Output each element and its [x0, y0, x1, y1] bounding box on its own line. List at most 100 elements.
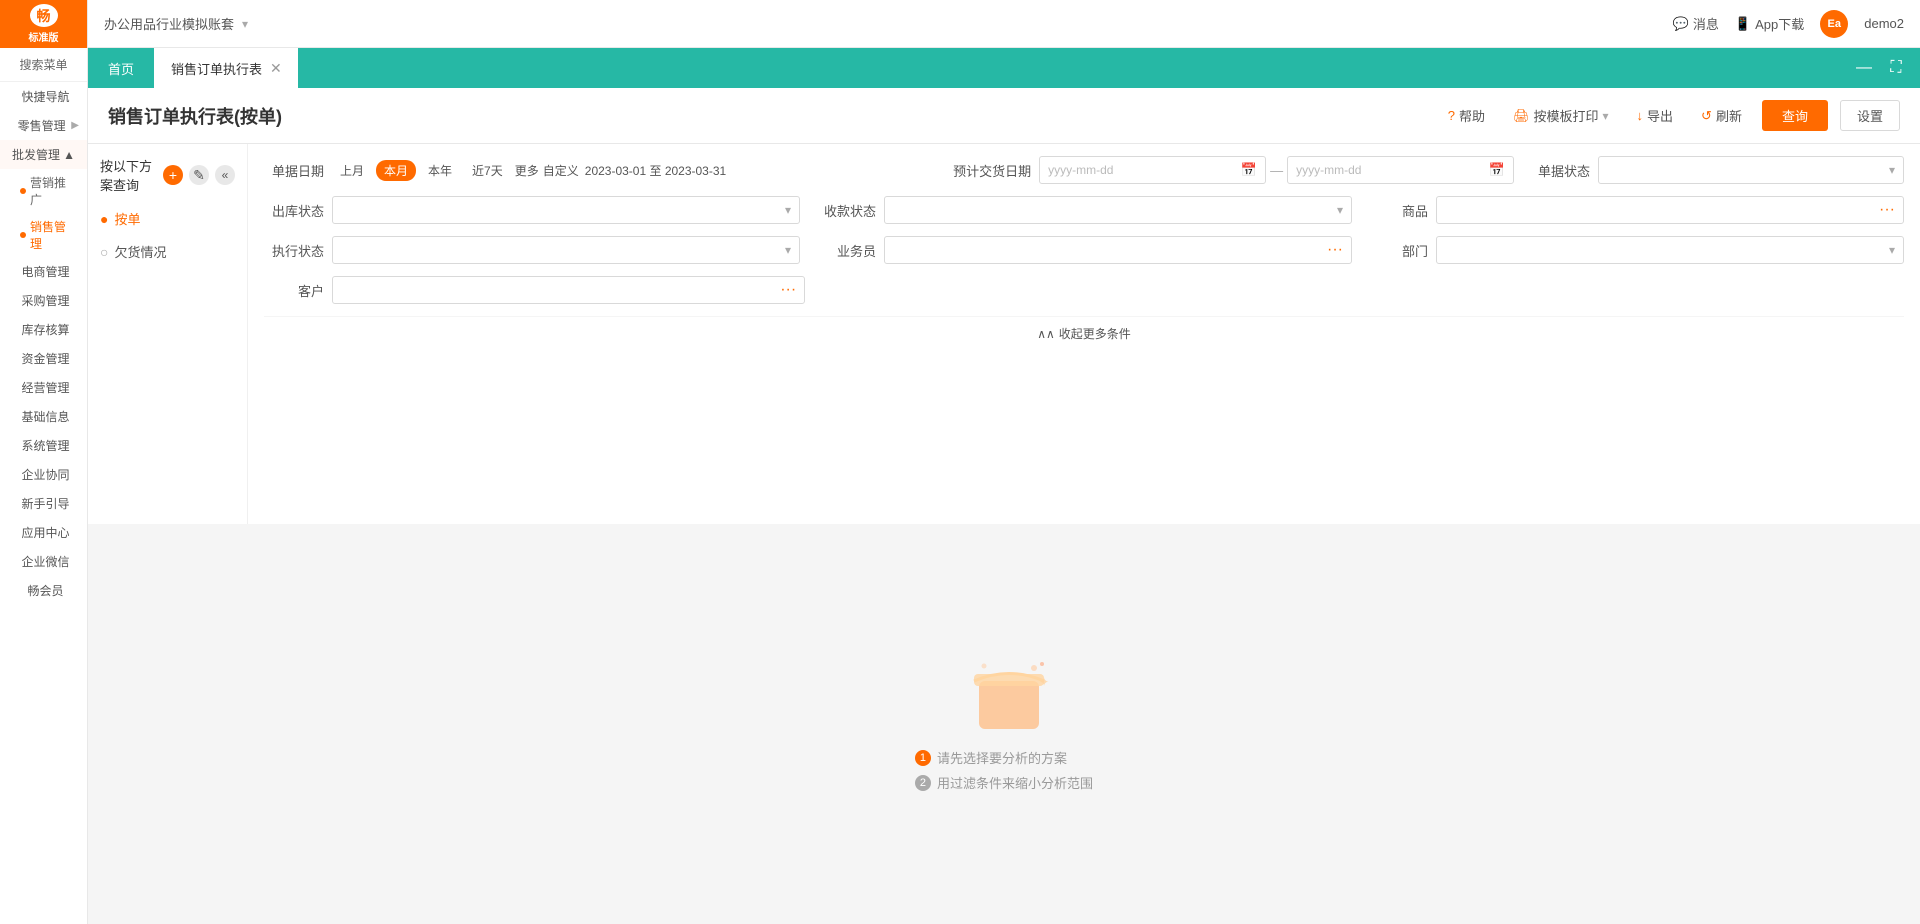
execution-status-label: 执行状态: [264, 241, 324, 260]
sidebar-item-retail[interactable]: 零售管理 ▶: [0, 111, 87, 140]
this-year-tab[interactable]: 本年: [420, 160, 460, 181]
sidebar-sub-item-marketing[interactable]: 营销推广: [0, 169, 87, 213]
sidebar-item-wechat[interactable]: 企业微信: [0, 547, 87, 576]
username[interactable]: demo2: [1864, 16, 1904, 31]
sidebar-item-quick-nav[interactable]: 快捷导航: [0, 82, 87, 111]
export-label: 导出: [1647, 106, 1673, 125]
message-icon: 💬: [1673, 16, 1689, 32]
single-date-label: 单据日期: [264, 161, 324, 180]
edit-filter-button[interactable]: ✎: [189, 165, 209, 185]
sidebar-item-wholesale[interactable]: 批发管理 ▲: [0, 140, 87, 169]
goods-select[interactable]: ···: [1436, 196, 1904, 224]
date-from-placeholder: yyyy-mm-dd: [1048, 163, 1113, 177]
tab-sales-order[interactable]: 销售订单执行表 ✕: [154, 48, 298, 88]
filter-form: 单据日期 上月 本月 本年 近7天 更多 自定义 2023-03-01 至 20…: [248, 144, 1920, 524]
empty-icon: ✦: [964, 656, 1044, 736]
logo-text: 标准版: [29, 29, 59, 44]
app-logo[interactable]: 畅 标准版: [0, 0, 87, 48]
date-range-separator: —: [1270, 163, 1283, 178]
refresh-label: 刷新: [1716, 106, 1742, 125]
filter-item-shortage[interactable]: ○ 欠货情况: [88, 235, 247, 268]
app-download-label: App下载: [1755, 14, 1804, 33]
chevron-right-icon: ▶: [71, 120, 79, 131]
avatar: Ea: [1820, 10, 1848, 38]
refresh-button[interactable]: ↺ 刷新: [1693, 102, 1750, 129]
empty-line2: 用过滤条件来缩小分析范围: [937, 773, 1093, 792]
filter-field-payment: 收款状态 ▾: [816, 196, 1352, 224]
empty-state: ✦ 1 请先选择要分析的方案 2 用过滤条件来缩小分析范围: [915, 656, 1093, 792]
chevron-down-icon: ▾: [242, 17, 248, 31]
execution-status-select[interactable]: ▾: [332, 236, 800, 264]
tab-home[interactable]: 首页: [88, 48, 154, 88]
sidebar-item-beginner[interactable]: 新手引导: [0, 489, 87, 518]
sidebar-item-purchase[interactable]: 采购管理: [0, 286, 87, 315]
main-content: ✦ 1 请先选择要分析的方案 2 用过滤条件来缩小分析范围: [88, 524, 1920, 924]
message-button[interactable]: 💬 消息: [1673, 14, 1719, 33]
filter-field-status: 单据状态 ▾: [1530, 156, 1904, 184]
sidebar-item-system[interactable]: 系统管理: [0, 431, 87, 460]
collapse-filter-button[interactable]: «: [215, 165, 235, 185]
date-to-input[interactable]: yyyy-mm-dd 📅: [1287, 156, 1514, 184]
maximize-button[interactable]: ⛶: [1884, 56, 1908, 80]
sidebar-item-ecommerce[interactable]: 电商管理: [0, 257, 87, 286]
shipment-status-select[interactable]: ▾: [332, 196, 800, 224]
chevron-down-icon: ▾: [1337, 203, 1343, 217]
print-icon: 🖨: [1513, 108, 1530, 124]
payment-status-select[interactable]: ▾: [884, 196, 1352, 224]
export-button[interactable]: ↓ 导出: [1629, 102, 1682, 129]
last-month-tab[interactable]: 上月: [332, 160, 372, 181]
settings-button[interactable]: 设置: [1840, 100, 1900, 131]
customer-select[interactable]: ···: [332, 276, 805, 304]
salesperson-select[interactable]: ···: [884, 236, 1352, 264]
custom-date-btn[interactable]: 自定义: [543, 162, 579, 179]
sidebar-item-app-center[interactable]: 应用中心: [0, 518, 87, 547]
filter-row-4: 客户 ···: [264, 276, 1904, 304]
sidebar-item-basic-info[interactable]: 基础信息: [0, 402, 87, 431]
topbar: 办公用品行业模拟账套 ▾ 💬 消息 📱 App下载 Ea demo2: [88, 0, 1920, 48]
query-button[interactable]: 查询: [1762, 100, 1828, 131]
sidebar-sub-item-sales[interactable]: 销售管理: [0, 213, 87, 257]
app-download-button[interactable]: 📱 App下载: [1735, 14, 1804, 33]
sidebar-item-operations[interactable]: 经营管理: [0, 373, 87, 402]
filter-field-date: 单据日期 上月 本月 本年 近7天 更多 自定义 2023-03-01 至 20…: [264, 160, 937, 181]
filter-actions-row: ∧∧ 收起更多条件: [264, 316, 1904, 350]
filter-item-by-order[interactable]: ● 按单: [88, 202, 247, 235]
last7days-tab[interactable]: 近7天: [464, 160, 511, 181]
goods-label: 商品: [1368, 201, 1428, 220]
sidebar-item-member[interactable]: 畅会员: [0, 576, 87, 605]
date-range-text: 2023-03-01 至 2023-03-31: [585, 162, 726, 179]
topbar-left: 办公用品行业模拟账套 ▾: [104, 14, 248, 33]
ellipsis-icon[interactable]: ···: [780, 281, 796, 299]
add-filter-button[interactable]: +: [163, 165, 183, 185]
collapse-more-label: 收起更多条件: [1059, 325, 1131, 342]
payment-status-label: 收款状态: [816, 201, 876, 220]
sidebar-search[interactable]: 搜索菜单: [0, 48, 87, 82]
date-from-input[interactable]: yyyy-mm-dd 📅: [1039, 156, 1266, 184]
logo-icon: 畅: [30, 4, 58, 27]
refresh-icon: ↺: [1701, 108, 1712, 124]
chevron-down-icon: ▾: [1603, 109, 1609, 123]
ellipsis-icon[interactable]: ···: [1327, 241, 1343, 259]
filter-field-customer: 客户 ···: [264, 276, 805, 304]
help-icon: ?: [1448, 108, 1455, 123]
department-select[interactable]: ▾: [1436, 236, 1904, 264]
close-icon[interactable]: ✕: [270, 60, 282, 77]
help-button[interactable]: ? 帮助: [1440, 102, 1493, 129]
step-2-icon: 2: [915, 775, 931, 791]
filter-field-execution: 执行状态 ▾: [264, 236, 800, 264]
single-status-select[interactable]: ▾: [1598, 156, 1904, 184]
sidebar-item-enterprise[interactable]: 企业协同: [0, 460, 87, 489]
this-month-tab[interactable]: 本月: [376, 160, 416, 181]
ellipsis-icon[interactable]: ···: [1879, 201, 1895, 219]
filter-layout: 按以下方案查询 + ✎ « ● 按单 ○ 欠货情况: [88, 144, 1920, 524]
sidebar-item-inventory[interactable]: 库存核算: [0, 315, 87, 344]
sidebar-item-finance[interactable]: 资金管理: [0, 344, 87, 373]
export-icon: ↓: [1637, 108, 1644, 123]
minimize-button[interactable]: —: [1852, 56, 1876, 80]
page-title: 销售订单执行表(按单): [108, 103, 282, 129]
template-print-button[interactable]: 🖨 按模板打印 ▾: [1505, 102, 1617, 129]
filter-field-department: 部门 ▾: [1368, 236, 1904, 264]
more-date-btn[interactable]: 更多: [515, 162, 539, 179]
collapse-more-button[interactable]: ∧∧ 收起更多条件: [1037, 325, 1131, 342]
quick-nav-label: 快捷导航: [12, 88, 79, 105]
